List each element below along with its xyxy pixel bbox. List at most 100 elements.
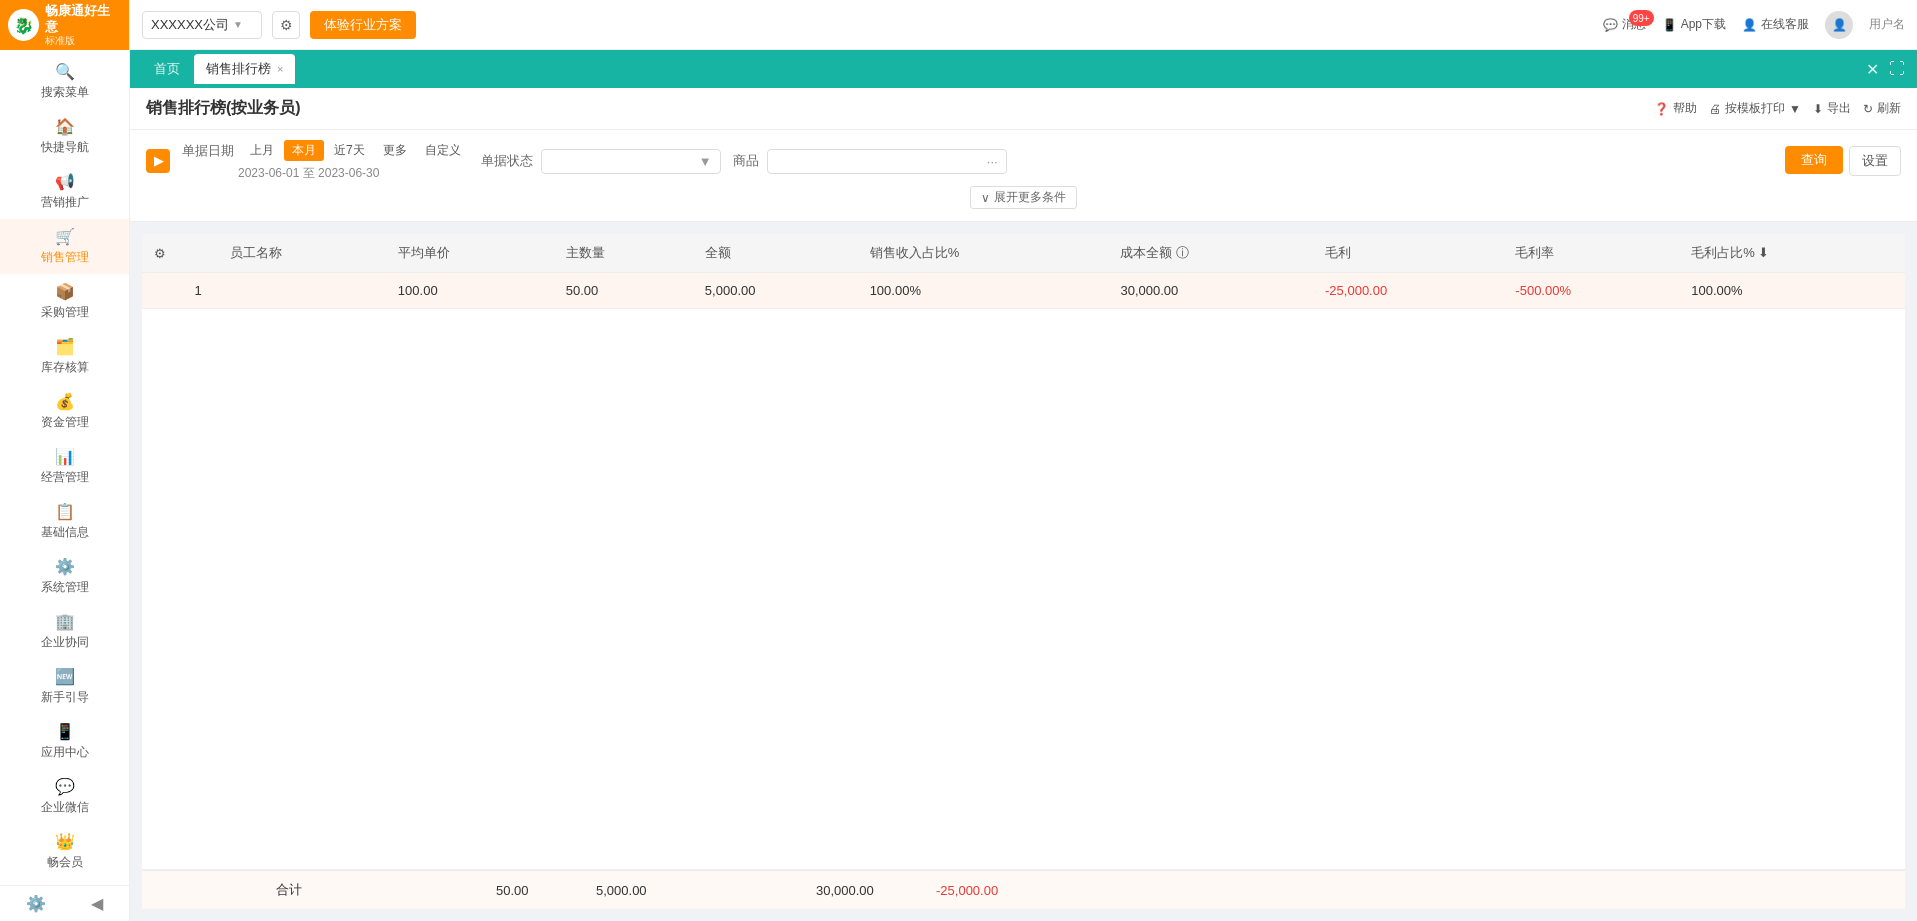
- goods-label: 商品: [733, 152, 759, 170]
- marketing-icon: 📢: [55, 172, 75, 191]
- date-tab-more[interactable]: 更多: [375, 140, 415, 161]
- operation-icon: 📊: [55, 447, 75, 466]
- purchase-icon: 📦: [55, 282, 75, 301]
- row-gross: -25,000.00: [1313, 273, 1503, 309]
- top-bar-right: 💬 消息 99+ 📱 App下载 👤 在线客服 👤 用户名: [1603, 11, 1905, 39]
- sidebar-label-guide: 新手引导: [41, 689, 89, 706]
- row-amount: 5,000.00: [693, 273, 858, 309]
- sidebar-label-marketing: 营销推广: [41, 194, 89, 211]
- filter-expand-button[interactable]: ▶: [146, 149, 170, 173]
- tab-sales-ranking-label: 销售排行榜: [206, 60, 271, 78]
- username-display: 用户名: [1869, 16, 1905, 33]
- sidebar-item-system[interactable]: ⚙️系统管理: [0, 549, 129, 604]
- sidebar-item-apps[interactable]: 📱应用中心: [0, 714, 129, 769]
- date-label: 单据日期: [182, 142, 234, 160]
- sidebar-item-corp[interactable]: 🏢企业协同: [0, 604, 129, 659]
- col-settings[interactable]: ⚙: [142, 234, 178, 273]
- goods-input[interactable]: ···: [767, 149, 1007, 174]
- member-icon: 👑: [55, 832, 75, 851]
- sidebar-item-operation[interactable]: 📊 经营管理: [0, 439, 129, 494]
- sidebar-item-wechat[interactable]: 💬企业微信: [0, 769, 129, 824]
- sidebar-item-finance[interactable]: 💰 资金管理: [0, 384, 129, 439]
- finance-icon: 💰: [55, 392, 75, 411]
- export-label: 导出: [1827, 100, 1851, 117]
- system-icon: ⚙️: [55, 557, 75, 576]
- message-icon: 💬: [1603, 18, 1618, 32]
- tab-home[interactable]: 首页: [142, 54, 192, 84]
- tab-fullscreen-icon[interactable]: ⛶: [1889, 60, 1905, 78]
- sidebar-item-inventory[interactable]: 🗂️库存核算: [0, 329, 129, 384]
- help-button[interactable]: ❓ 帮助: [1654, 100, 1697, 117]
- sidebar-item-guide[interactable]: 🆕 新手引导: [0, 659, 129, 714]
- online-service-button[interactable]: 👤 在线客服: [1742, 16, 1809, 33]
- tab-close-icon[interactable]: ×: [277, 63, 283, 75]
- row-gross-rate: -500.00%: [1503, 273, 1679, 309]
- footer-gross: -25,000.00: [924, 883, 1044, 898]
- expand-more-label: 展开更多条件: [994, 189, 1066, 206]
- setting-button[interactable]: 设置: [1849, 146, 1901, 176]
- sidebar-label-sales: 销售管理: [41, 249, 89, 266]
- tab-sales-ranking[interactable]: 销售排行榜 ×: [194, 54, 295, 84]
- query-button[interactable]: 查询: [1785, 146, 1843, 174]
- date-tab-7days[interactable]: 近7天: [326, 140, 373, 161]
- print-button[interactable]: 🖨 按模板打印 ▼: [1709, 100, 1801, 117]
- sidebar-item-sales[interactable]: 🛒销售管理: [0, 219, 129, 274]
- sidebar-item-basic[interactable]: 📋基础信息: [0, 494, 129, 549]
- sidebar-item-marketing[interactable]: 📢 营销推广: [0, 164, 129, 219]
- date-tab-custom[interactable]: 自定义: [417, 140, 469, 161]
- company-settings-button[interactable]: ⚙: [272, 11, 300, 39]
- expand-more-button[interactable]: ∨ 展开更多条件: [970, 186, 1077, 209]
- sidebar-item-purchase[interactable]: 📦采购管理: [0, 274, 129, 329]
- sidebar-label-inventory: 库存核算: [41, 359, 89, 376]
- online-service-label: 在线客服: [1761, 16, 1809, 33]
- sidebar-logo: 🐉 畅康通好生意 标准版: [0, 0, 129, 50]
- avatar[interactable]: 👤: [1825, 11, 1853, 39]
- col-cost: 成本全额 ⓘ: [1108, 234, 1313, 273]
- sidebar-label-corp: 企业协同: [41, 634, 89, 651]
- export-icon: ⬇: [1813, 102, 1823, 116]
- sidebar-item-search[interactable]: 🔍搜索菜单: [0, 54, 129, 109]
- status-dropdown-icon: ▼: [699, 154, 712, 169]
- print-icon: 🖨: [1709, 102, 1721, 116]
- settings-bottom-icon[interactable]: ⚙️: [26, 894, 46, 913]
- sidebar-label-operation: 经营管理: [41, 469, 89, 486]
- table-footer: 合计 50.00 5,000.00 30,000.00 -25,000.00: [142, 869, 1905, 909]
- footer-label: 合计: [264, 881, 384, 899]
- footer-cost: 30,000.00: [804, 883, 924, 898]
- app-download-button[interactable]: 📱 App下载: [1662, 16, 1726, 33]
- sidebar-label-finance: 资金管理: [41, 414, 89, 431]
- guide-icon: 🆕: [55, 667, 75, 686]
- date-tab-last-month[interactable]: 上月: [242, 140, 282, 161]
- date-tab-this-month[interactable]: 本月: [284, 140, 324, 161]
- refresh-label: 刷新: [1877, 100, 1901, 117]
- table-wrapper: ⚙ 员工名称 平均单价 主数量 全额 销售收入占比% 成本全额 ⓘ 毛利 毛利率…: [130, 222, 1917, 921]
- filter-bar: ▶ 单据日期 上月 本月 近7天 更多 自定义 2023-06-01 至 202…: [130, 130, 1917, 222]
- trial-button[interactable]: 体验行业方案: [310, 11, 416, 39]
- sidebar-label-quick: 快捷导航: [41, 139, 89, 156]
- app-download-label: App下载: [1681, 16, 1726, 33]
- status-label: 单据状态: [481, 152, 533, 170]
- quick-icon: 🏠: [55, 117, 75, 136]
- filter-row: ▶ 单据日期 上月 本月 近7天 更多 自定义 2023-06-01 至 202…: [146, 140, 1901, 182]
- status-select[interactable]: ▼: [541, 149, 721, 174]
- sidebar-label-basic: 基础信息: [41, 524, 89, 541]
- collapse-icon[interactable]: ◀: [91, 894, 103, 913]
- tab-bar: 首页 销售排行榜 × ✕ ⛶: [130, 50, 1917, 88]
- export-button[interactable]: ⬇ 导出: [1813, 100, 1851, 117]
- col-gross-pct: 毛利占比% ⬇: [1679, 234, 1905, 273]
- sidebar-item-quick[interactable]: 🏠 快捷导航: [0, 109, 129, 164]
- tab-close-window-icon[interactable]: ✕: [1866, 60, 1879, 79]
- sidebar-label-search: 搜索菜单: [41, 84, 89, 101]
- expand-more-icon: ∨: [981, 191, 990, 205]
- company-selector[interactable]: XXXXXX公司 ▼: [142, 11, 262, 39]
- refresh-button[interactable]: ↻ 刷新: [1863, 100, 1901, 117]
- col-avg-price: 平均单价: [386, 234, 554, 273]
- sidebar-item-member[interactable]: 👑畅会员: [0, 824, 129, 879]
- col-amount: 全额: [693, 234, 858, 273]
- sidebar-label-apps: 应用中心: [41, 744, 89, 761]
- sidebar-nav: 🔍搜索菜单 🏠 快捷导航 📢 营销推广 🛒销售管理📦采购管理🗂️库存核算 💰 资金管理 📊 经营管…: [0, 50, 129, 885]
- refresh-icon: ↻: [1863, 102, 1873, 116]
- page-header-actions: ❓ 帮助 🖨 按模板打印 ▼ ⬇ 导出 ↻ 刷新: [1654, 100, 1901, 117]
- message-button[interactable]: 💬 消息 99+: [1603, 16, 1646, 33]
- row-cost: 30,000.00: [1108, 273, 1313, 309]
